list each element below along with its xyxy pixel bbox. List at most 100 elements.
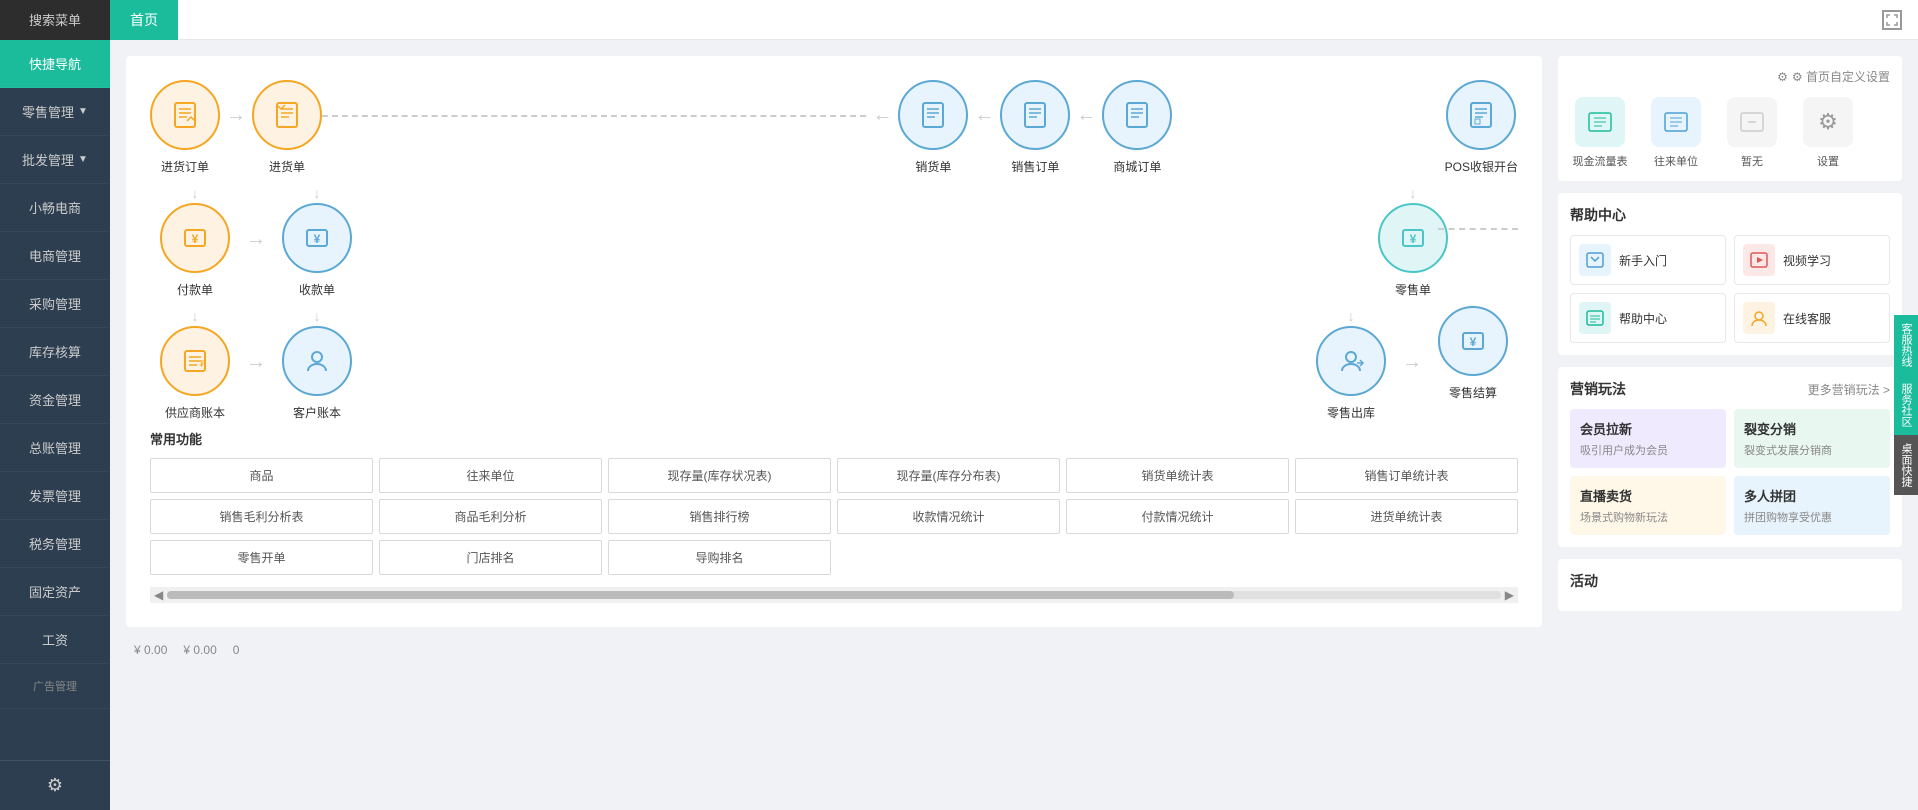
marketing-title: 营销玩法 xyxy=(1570,379,1626,399)
float-btn-community[interactable]: 服务社区 xyxy=(1894,375,1918,435)
help-video[interactable]: 视频学习 xyxy=(1734,235,1890,285)
node-sales-bill[interactable]: 销货单 xyxy=(898,80,968,175)
node-retail-settle[interactable]: ¥ 零售结算 xyxy=(1438,306,1508,401)
online-service-icon xyxy=(1743,302,1775,334)
sidebar-item-finance[interactable]: 资金管理 xyxy=(0,376,110,424)
func-empty-3 xyxy=(1295,540,1518,575)
node-purchase-order[interactable]: 进货订单 xyxy=(150,80,220,175)
right-panel: ⚙ ⚙ 首页自定义设置 xyxy=(1558,40,1918,810)
sidebar-item-ecommerce-mgmt[interactable]: 电商管理 xyxy=(0,232,110,280)
sidebar: 快捷导航 零售管理 ▼ 批发管理 ▼ 小畅电商 电商管理 采购管理 库存核算 资… xyxy=(0,40,110,810)
search-menu[interactable]: 搜索菜单 xyxy=(0,0,110,40)
func-btn-stock-dist[interactable]: 现存量(库存分布表) xyxy=(837,458,1060,493)
shortcuts-section: ⚙ ⚙ 首页自定义设置 xyxy=(1558,56,1902,181)
mall-order-icon xyxy=(1102,80,1172,150)
sidebar-item-retail[interactable]: 零售管理 ▼ xyxy=(0,88,110,136)
func-empty-1 xyxy=(837,540,1060,575)
marketing-group[interactable]: 多人拼团 拼团购物享受优惠 xyxy=(1734,476,1890,535)
scroll-left-arrow[interactable]: ◀ xyxy=(154,588,163,602)
func-btn-sales-order-stats[interactable]: 销售订单统计表 xyxy=(1295,458,1518,493)
payment-label: 付款单 xyxy=(177,281,213,298)
svg-text:¥: ¥ xyxy=(314,232,321,246)
shortcut-settings[interactable]: ⚙ 设置 xyxy=(1798,97,1858,169)
node-purchase-bill[interactable]: 进货单 xyxy=(252,80,322,175)
node-supplier-account[interactable]: ₮ 供应商账本 xyxy=(160,326,230,421)
retail-settle-label: 零售结算 xyxy=(1449,384,1497,401)
help-center[interactable]: 帮助中心 xyxy=(1570,293,1726,343)
sidebar-item-fixed-assets[interactable]: 固定资产 xyxy=(0,568,110,616)
node-payment[interactable]: ¥ 付款单 xyxy=(160,203,230,298)
mall-order-label: 商城订单 xyxy=(1113,158,1161,175)
sidebar-item-general-ledger[interactable]: 总账管理 xyxy=(0,424,110,472)
func-btn-retail-order[interactable]: 零售开单 xyxy=(150,540,373,575)
sidebar-item-payroll[interactable]: 工资 xyxy=(0,616,110,664)
main-layout: 快捷导航 零售管理 ▼ 批发管理 ▼ 小畅电商 电商管理 采购管理 库存核算 资… xyxy=(0,40,1918,810)
marketing-section: 营销玩法 更多营销玩法 > 会员拉新 吸引用户成为会员 裂变分销 裂变式发展分销… xyxy=(1558,367,1902,547)
sidebar-item-label: 批发管理 xyxy=(22,150,74,169)
node-receipt[interactable]: ¥ 收款单 xyxy=(282,203,352,298)
func-btn-goods[interactable]: 商品 xyxy=(150,458,373,493)
marketing-more[interactable]: 更多营销玩法 > xyxy=(1808,381,1890,398)
pos-label: POS收银开台 xyxy=(1445,158,1518,175)
video-label: 视频学习 xyxy=(1783,252,1831,269)
func-btn-payment-stats[interactable]: 付款情况统计 xyxy=(1066,499,1289,534)
sidebar-item-label: 快捷导航 xyxy=(29,54,81,73)
func-btn-sales-rank[interactable]: 销售排行榜 xyxy=(608,499,831,534)
home-tab[interactable]: 首页 xyxy=(110,0,178,40)
func-btn-guide-rank[interactable]: 导购排名 xyxy=(608,540,831,575)
shortcut-contacts[interactable]: 往来单位 xyxy=(1646,97,1706,169)
func-btn-store-rank[interactable]: 门店排名 xyxy=(379,540,602,575)
scrollbar-track xyxy=(167,591,1501,599)
float-btn-desktop[interactable]: 桌面快捷 xyxy=(1894,435,1918,495)
float-btn-service[interactable]: 客服热线 xyxy=(1894,315,1918,375)
node-pos[interactable]: POS收银开台 xyxy=(1445,80,1518,175)
marketing-live[interactable]: 直播卖货 场景式购物新玩法 xyxy=(1570,476,1726,535)
sidebar-item-quick-nav[interactable]: 快捷导航 xyxy=(0,40,110,88)
marketing-header: 营销玩法 更多营销玩法 > xyxy=(1570,379,1890,399)
member-desc: 吸引用户成为会员 xyxy=(1580,442,1716,458)
node-retail-bill[interactable]: ¥ 零售单 xyxy=(1378,203,1448,298)
func-btn-goods-profit[interactable]: 商品毛利分析 xyxy=(379,499,602,534)
func-btn-purchase-stats[interactable]: 进货单统计表 xyxy=(1295,499,1518,534)
func-btn-stock-status[interactable]: 现存量(库存状况表) xyxy=(608,458,831,493)
svg-text:₮: ₮ xyxy=(199,359,205,369)
func-btn-sales-stats[interactable]: 销货单统计表 xyxy=(1066,458,1289,493)
sidebar-item-wholesale[interactable]: 批发管理 ▼ xyxy=(0,136,110,184)
arrow-right-4: → xyxy=(1402,351,1422,374)
sidebar-item-label: 资金管理 xyxy=(29,390,81,409)
help-grid: 新手入门 视频学习 xyxy=(1570,235,1890,343)
node-customer-account[interactable]: 客户账本 xyxy=(282,326,352,421)
sidebar-item-invoice[interactable]: 发票管理 xyxy=(0,472,110,520)
func-btn-contacts[interactable]: 往来单位 xyxy=(379,458,602,493)
marketing-member[interactable]: 会员拉新 吸引用户成为会员 xyxy=(1570,409,1726,468)
sidebar-item-purchase[interactable]: 采购管理 xyxy=(0,280,110,328)
func-btn-sales-profit[interactable]: 销售毛利分析表 xyxy=(150,499,373,534)
online-service-label: 在线客服 xyxy=(1783,310,1831,327)
fullscreen-button[interactable] xyxy=(1882,10,1902,30)
live-desc: 场景式购物新玩法 xyxy=(1580,509,1716,525)
sidebar-item-inventory[interactable]: 库存核算 xyxy=(0,328,110,376)
func-btn-receipt-stats[interactable]: 收款情况统计 xyxy=(837,499,1060,534)
marketing-fission[interactable]: 裂变分销 裂变式发展分销商 xyxy=(1734,409,1890,468)
help-online-service[interactable]: 在线客服 xyxy=(1734,293,1890,343)
retail-bill-label: 零售单 xyxy=(1395,281,1431,298)
scrollbar[interactable]: ◀ ▶ xyxy=(150,587,1518,603)
node-retail-out[interactable]: 零售出库 xyxy=(1316,326,1386,421)
node-sales-order[interactable]: 销售订单 xyxy=(1000,80,1070,175)
member-title: 会员拉新 xyxy=(1580,419,1716,438)
sidebar-item-ecommerce-small[interactable]: 小畅电商 xyxy=(0,184,110,232)
node-mall-order[interactable]: 商城订单 xyxy=(1102,80,1172,175)
shortcut-none[interactable]: 暂无 xyxy=(1722,97,1782,169)
sidebar-item-tax[interactable]: 税务管理 xyxy=(0,520,110,568)
customer-account-icon xyxy=(282,326,352,396)
sidebar-item-more[interactable]: 广告管理 xyxy=(0,664,110,709)
group-title: 多人拼团 xyxy=(1744,486,1880,505)
shortcuts-header[interactable]: ⚙ ⚙ 首页自定义设置 xyxy=(1570,68,1890,85)
help-beginner[interactable]: 新手入门 xyxy=(1570,235,1726,285)
down-arrow-payment: ↓ xyxy=(192,183,199,203)
scroll-right-arrow[interactable]: ▶ xyxy=(1505,588,1514,602)
pos-icon xyxy=(1446,80,1516,150)
group-desc: 拼团购物享受优惠 xyxy=(1744,509,1880,525)
shortcut-cashflow[interactable]: 现金流量表 xyxy=(1570,97,1630,169)
sidebar-settings-button[interactable]: ⚙ xyxy=(0,760,110,810)
